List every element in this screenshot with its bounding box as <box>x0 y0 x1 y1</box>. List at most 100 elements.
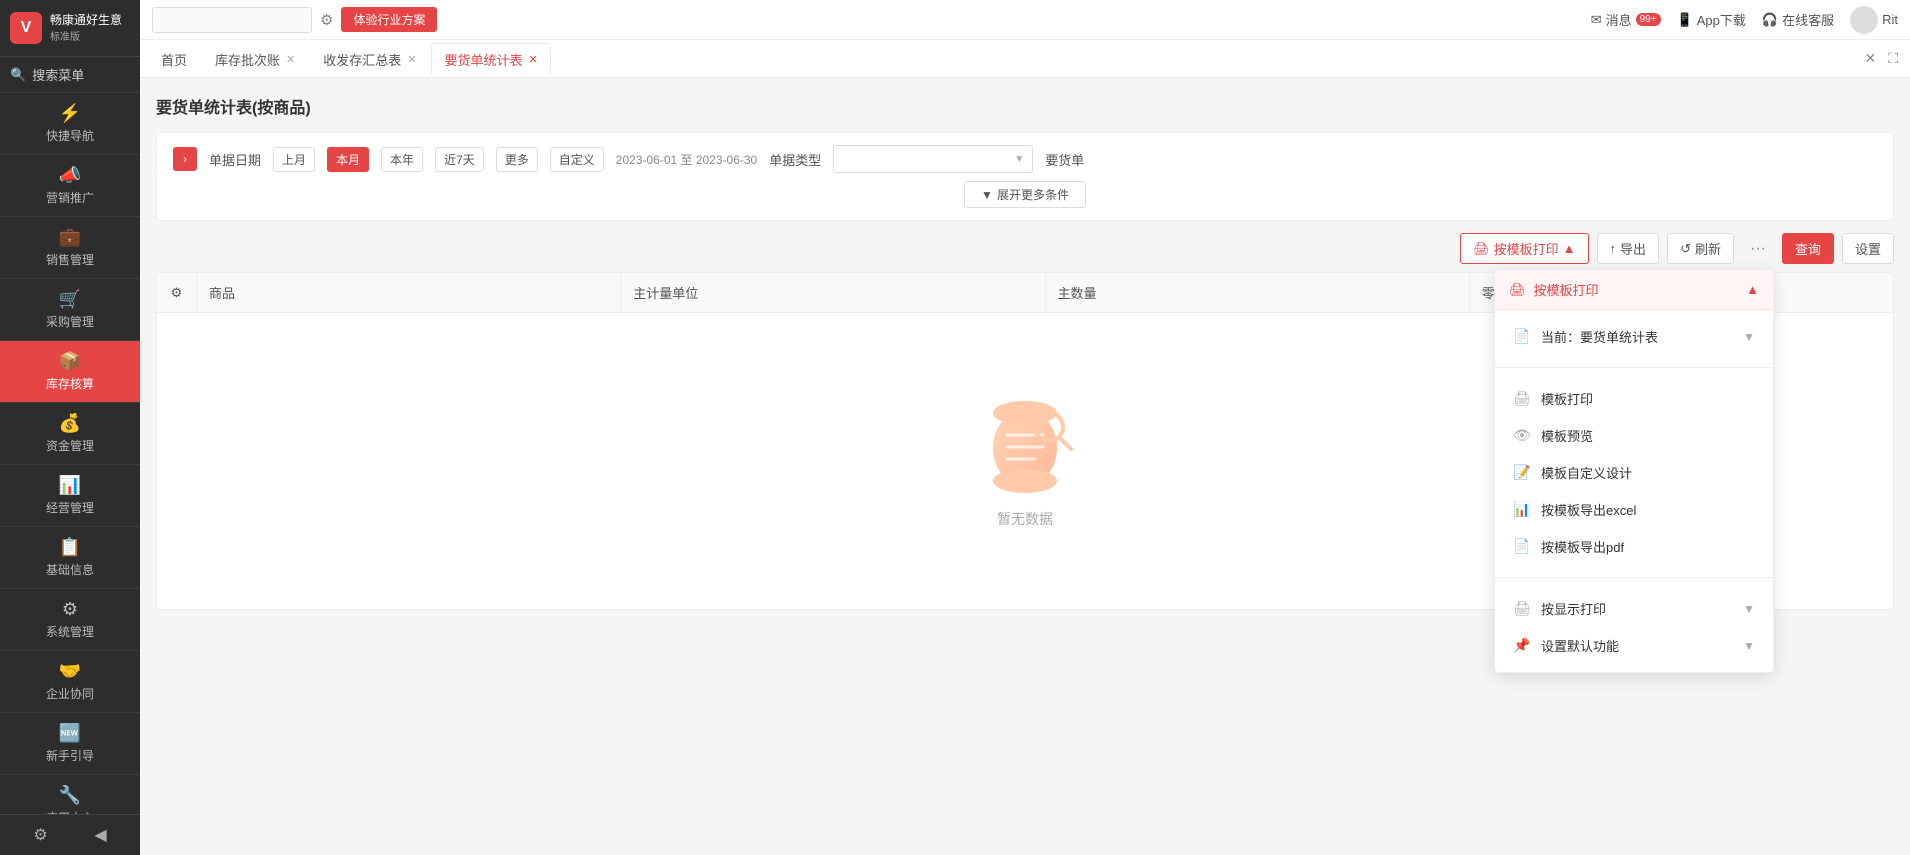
topbar: ⚙ 体验行业方案 ✉ 消息 99+ 📱 App下载 🎧 在线客服 Rit <box>140 0 1910 40</box>
nav-label-quick: 快捷导航 <box>46 127 94 144</box>
tabs-bar-right: ✕ ⛶ <box>1860 46 1902 71</box>
refresh-btn[interactable]: ↺ 刷新 <box>1667 233 1734 264</box>
sidebar-item-collab[interactable]: 🤝 企业协同 <box>0 651 140 713</box>
nav-icon-apps: 🔧 <box>59 785 81 806</box>
sidebar-item-finance[interactable]: 💰 资金管理 <box>0 403 140 465</box>
set-default-left: 📌 设置默认功能 <box>1513 636 1619 655</box>
messages-label: 消息 <box>1606 10 1632 29</box>
dropdown-header-left: 🖨 按模板打印 <box>1509 280 1599 299</box>
nav-label-guide: 新手引导 <box>46 747 94 764</box>
dropdown-display-print[interactable]: 🖨 按显示打印 ▼ <box>1495 590 1773 627</box>
sidebar-item-quick-nav[interactable]: ⚡ 快捷导航 <box>0 93 140 155</box>
tab-expand-btn[interactable]: ⛶ <box>1884 46 1902 71</box>
user-avatar <box>1850 6 1878 34</box>
nav-icon-system: ⚙ <box>62 599 78 620</box>
dropdown-section-items: 🖨 模板打印 👁 模板预览 📝 模板自定义设计 📊 按模板导出excel <box>1495 372 1773 573</box>
topbar-right: ✉ 消息 99+ 📱 App下载 🎧 在线客服 Rit <box>1591 6 1898 34</box>
dropdown-header: 🖨 按模板打印 ▲ <box>1495 270 1773 310</box>
tab-close-window-btn[interactable]: ✕ <box>1860 46 1880 71</box>
dropdown-set-default[interactable]: 📌 设置默认功能 ▼ <box>1495 627 1773 664</box>
template-preview-label: 模板预览 <box>1541 426 1593 445</box>
content-area: 要货单统计表(按商品) › 单据日期 上月 本月 本年 近7天 更多 自定义 2… <box>140 78 1910 855</box>
print-arrow-icon: ▲ <box>1563 241 1576 256</box>
dropdown-divider-2 <box>1495 577 1773 578</box>
more-options-icon[interactable]: ··· <box>1742 236 1774 262</box>
sidebar-item-sales[interactable]: 💼 销售管理 <box>0 217 140 279</box>
date-btn-this-month[interactable]: 本月 <box>327 147 369 172</box>
printer-icon-header: 🖨 <box>1509 282 1526 298</box>
dropdown-collapse-icon[interactable]: ▲ <box>1746 282 1759 297</box>
sidebar-item-purchase[interactable]: 🛒 采购管理 <box>0 279 140 341</box>
tab-batch-account[interactable]: 库存批次账 ✕ <box>202 43 308 75</box>
sidebar-item-inventory[interactable]: 📦 库存核算 <box>0 341 140 403</box>
tab-receipt-summary-close[interactable]: ✕ <box>407 53 416 66</box>
export-icon: ↑ <box>1610 241 1617 256</box>
sidebar-bottom: ⚙ ◀ <box>0 814 140 855</box>
excel-icon: 📊 <box>1513 501 1531 518</box>
query-btn[interactable]: 查询 <box>1782 233 1834 264</box>
sidebar-item-system[interactable]: ⚙ 系统管理 <box>0 589 140 651</box>
sidebar-item-marketing[interactable]: 📣 营销推广 <box>0 155 140 217</box>
toolbar: 🖨 按模板打印 ▲ ↑ 导出 ↺ 刷新 ··· 查询 设置 🖨 按模板打印 <box>156 233 1894 264</box>
date-btn-last-7-days[interactable]: 近7天 <box>435 147 484 172</box>
tab-order-stats[interactable]: 要货单统计表 ✕ <box>431 43 550 75</box>
search-menu-item[interactable]: 🔍 搜索菜单 <box>0 57 140 93</box>
expand-icon: ▼ <box>981 188 993 202</box>
user-item[interactable]: Rit <box>1850 6 1898 34</box>
online-service-item[interactable]: 🎧 在线客服 <box>1762 10 1834 29</box>
experience-btn[interactable]: 体验行业方案 <box>341 7 437 32</box>
set-default-label: 设置默认功能 <box>1541 636 1619 655</box>
type-select[interactable]: ▼ <box>833 145 1033 173</box>
dropdown-export-excel[interactable]: 📊 按模板导出excel <box>1495 491 1773 528</box>
sidebar-item-operation[interactable]: 📊 经营管理 <box>0 465 140 527</box>
tab-home[interactable]: 首页 <box>148 43 200 75</box>
date-btn-more[interactable]: 更多 <box>496 147 538 172</box>
settings-icon[interactable]: ⚙ <box>33 825 47 845</box>
date-btn-last-month[interactable]: 上月 <box>273 147 315 172</box>
column-product-label: 商品 <box>209 283 235 302</box>
print-label: 按模板打印 <box>1494 239 1559 258</box>
nav-icon-finance: 💰 <box>59 413 81 434</box>
nav-icon-purchase: 🛒 <box>59 289 81 310</box>
tab-order-stats-close[interactable]: ✕ <box>529 53 538 66</box>
sidebar-item-basic[interactable]: 📋 基础信息 <box>0 527 140 589</box>
nav-label-finance: 资金管理 <box>46 437 94 454</box>
app-download-item[interactable]: 📱 App下载 <box>1677 10 1746 29</box>
chevron-right-icon: › <box>183 152 187 166</box>
nav-label-sales: 销售管理 <box>46 251 94 268</box>
tab-receipt-summary[interactable]: 收发存汇总表 ✕ <box>310 43 429 75</box>
message-icon: ✉ <box>1591 12 1602 28</box>
preview-icon: 👁 <box>1513 427 1531 444</box>
empty-text: 暂无数据 <box>997 509 1053 529</box>
tab-batch-account-close[interactable]: ✕ <box>286 53 295 66</box>
current-label-text: 当前：要货单统计表 <box>1541 327 1658 346</box>
nav-label-marketing: 营销推广 <box>46 189 94 206</box>
messages-item[interactable]: ✉ 消息 99+ <box>1591 10 1661 29</box>
online-service-label: 在线客服 <box>1782 10 1834 29</box>
dropdown-export-pdf[interactable]: 📄 按模板导出pdf <box>1495 528 1773 565</box>
sidebar: V 畅康通好生意 标准版 🔍 搜索菜单 ⚡ 快捷导航 📣 营销推广 💼 销售管理… <box>0 0 140 855</box>
dropdown-template-design[interactable]: 📝 模板自定义设计 <box>1495 454 1773 491</box>
sidebar-item-apps[interactable]: 🔧 应用中心 <box>0 775 140 814</box>
dropdown-current-item[interactable]: 📄 当前：要货单统计表 ▼ <box>1495 318 1773 355</box>
export-excel-label: 按模板导出excel <box>1541 500 1636 519</box>
expand-conditions-btn[interactable]: ▼ 展开更多条件 <box>964 181 1086 208</box>
sidebar-item-guide[interactable]: 🆕 新手引导 <box>0 713 140 775</box>
topbar-search-input[interactable] <box>152 7 312 33</box>
filter-collapse-btn[interactable]: › <box>173 147 197 171</box>
template-print-label: 模板打印 <box>1541 389 1593 408</box>
dropdown-template-preview[interactable]: 👁 模板预览 <box>1495 417 1773 454</box>
topbar-gear-icon[interactable]: ⚙ <box>320 11 333 29</box>
collapse-sidebar-icon[interactable]: ◀ <box>94 825 106 845</box>
app-name-block: 畅康通好生意 标准版 <box>50 13 122 44</box>
dropdown-template-print[interactable]: 🖨 模板打印 <box>1495 380 1773 417</box>
export-pdf-label: 按模板导出pdf <box>1541 537 1624 556</box>
date-btn-this-year[interactable]: 本年 <box>381 147 423 172</box>
nav-label-inventory: 库存核算 <box>46 375 94 392</box>
export-btn[interactable]: ↑ 导出 <box>1597 233 1660 264</box>
settings-btn[interactable]: 设置 <box>1842 233 1894 264</box>
print-template-btn[interactable]: 🖨 按模板打印 ▲ <box>1460 233 1588 264</box>
refresh-icon: ↺ <box>1680 241 1691 257</box>
date-btn-custom[interactable]: 自定义 <box>550 147 604 172</box>
column-settings[interactable]: ⚙ <box>157 273 197 312</box>
